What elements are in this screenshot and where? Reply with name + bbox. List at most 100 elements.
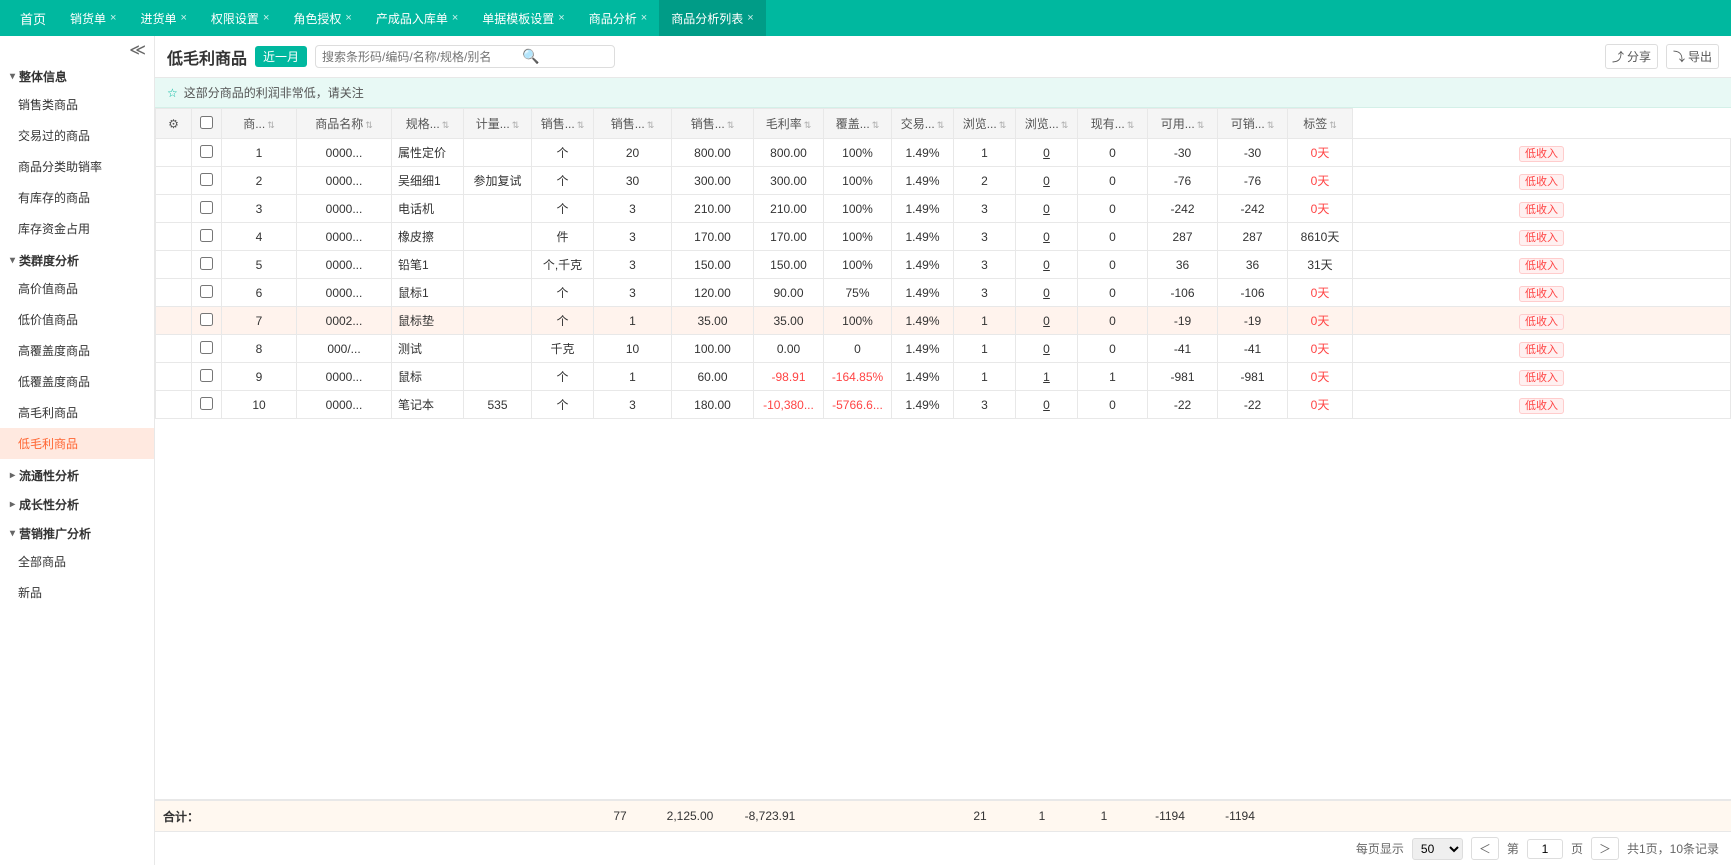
- row-checkbox[interactable]: [192, 391, 222, 419]
- col-sales-qty-header[interactable]: 销售...⇅: [532, 109, 594, 139]
- sidebar-group-marketing[interactable]: ▾ 营销推广分析: [0, 517, 154, 546]
- nav-analysis-list[interactable]: 商品分析列表 ×: [659, 0, 765, 36]
- col-unit-header[interactable]: 计量...⇅: [464, 109, 532, 139]
- row-checkbox[interactable]: [192, 223, 222, 251]
- search-input[interactable]: [322, 50, 522, 64]
- sidebar-item-traded-goods[interactable]: 交易过的商品: [0, 120, 154, 151]
- close-template-icon[interactable]: ×: [558, 12, 564, 24]
- row-checkbox[interactable]: [192, 335, 222, 363]
- close-product-analysis-icon[interactable]: ×: [641, 12, 647, 24]
- col-spec-header[interactable]: 规格...⇅: [392, 109, 464, 139]
- col-name-header[interactable]: 商品名称⇅: [297, 109, 392, 139]
- sidebar-item-stocked-goods[interactable]: 有库存的商品: [0, 182, 154, 213]
- col-sales-amt-header[interactable]: 销售...⇅: [672, 109, 754, 139]
- page-number-input[interactable]: [1527, 839, 1563, 859]
- sidebar-item-low-coverage[interactable]: 低覆盖度商品: [0, 366, 154, 397]
- col-stock-header[interactable]: 现有...⇅: [1078, 109, 1148, 139]
- sidebar-item-low-margin[interactable]: 低毛利商品: [0, 428, 154, 459]
- row-checkbox[interactable]: [192, 195, 222, 223]
- row-checkbox[interactable]: [192, 139, 222, 167]
- sidebar-group-growth[interactable]: ▸ 成长性分析: [0, 488, 154, 517]
- row-name: 橡皮擦: [392, 223, 464, 251]
- sidebar-item-capital[interactable]: 库存资金占用: [0, 213, 154, 244]
- row-browse1[interactable]: 0: [1016, 391, 1078, 419]
- row-browse1[interactable]: 0: [1016, 335, 1078, 363]
- nav-template[interactable]: 单据模板设置 ×: [470, 0, 576, 36]
- col-settings-header[interactable]: ⚙: [156, 109, 192, 139]
- table-row: 8 000/... 测试 千克 10 100.00 0.00 0 1.49% 1…: [156, 335, 1731, 363]
- close-sales-icon[interactable]: ×: [110, 12, 116, 24]
- sidebar-item-new-goods[interactable]: 新品: [0, 577, 154, 608]
- sidebar-item-all-goods[interactable]: 全部商品: [0, 546, 154, 577]
- sidebar-group-overall[interactable]: ▾ 整体信息: [0, 60, 154, 89]
- sidebar-item-sales-goods[interactable]: 销售类商品: [0, 89, 154, 120]
- row-checkbox[interactable]: [192, 279, 222, 307]
- col-cover-header[interactable]: 覆盖...⇅: [824, 109, 892, 139]
- row-sales-qty: 20: [594, 139, 672, 167]
- page-size-select[interactable]: 20 50 100: [1412, 838, 1463, 860]
- row-spec: 535: [464, 391, 532, 419]
- data-table-container[interactable]: ⚙ 商...⇅ 商品名称⇅ 规格...⇅ 计量...⇅ 销售...⇅ 销售...…: [155, 108, 1731, 799]
- nav-sales[interactable]: 销货单 ×: [58, 0, 128, 36]
- close-permissions-icon[interactable]: ×: [263, 12, 269, 24]
- sidebar-item-high-coverage[interactable]: 高覆盖度商品: [0, 335, 154, 366]
- row-browse1[interactable]: 0: [1016, 167, 1078, 195]
- row-spec: [464, 139, 532, 167]
- col-tag-header[interactable]: 标签⇅: [1288, 109, 1353, 139]
- row-browse1[interactable]: 0: [1016, 251, 1078, 279]
- row-browse1[interactable]: 0: [1016, 307, 1078, 335]
- col-code-header[interactable]: 商...⇅: [222, 109, 297, 139]
- col-saleable-header[interactable]: 可销...⇅: [1218, 109, 1288, 139]
- nav-product-entry[interactable]: 产成品入库单 ×: [364, 0, 470, 36]
- row-trade: 3: [954, 279, 1016, 307]
- col-trade-header[interactable]: 交易...⇅: [892, 109, 954, 139]
- close-product-entry-icon[interactable]: ×: [452, 12, 458, 24]
- close-analysis-list-icon[interactable]: ×: [747, 12, 753, 24]
- row-browse1[interactable]: 0: [1016, 195, 1078, 223]
- row-checkbox[interactable]: [192, 167, 222, 195]
- row-checkbox[interactable]: [192, 363, 222, 391]
- search-box[interactable]: 🔍: [315, 45, 615, 68]
- row-sales-price: 35.00: [672, 307, 754, 335]
- table-row: 1 0000... 属性定价 个 20 800.00 800.00 100% 1…: [156, 139, 1731, 167]
- row-checkbox[interactable]: [192, 307, 222, 335]
- nav-product-analysis[interactable]: 商品分析 ×: [577, 0, 659, 36]
- row-avail: -41: [1218, 335, 1288, 363]
- sidebar-item-category-rate[interactable]: 商品分类助销率: [0, 151, 154, 182]
- nav-purchase[interactable]: 进货单 ×: [128, 0, 198, 36]
- row-checkbox[interactable]: [192, 251, 222, 279]
- row-browse1[interactable]: 0: [1016, 223, 1078, 251]
- date-range-button[interactable]: 近一月: [255, 46, 307, 67]
- close-roles-icon[interactable]: ×: [345, 12, 351, 24]
- notice-bar: ☆ 这部分商品的利润非常低，请关注: [155, 78, 1731, 108]
- sidebar-group-circulation[interactable]: ▸ 流通性分析: [0, 459, 154, 488]
- data-table: ⚙ 商...⇅ 商品名称⇅ 规格...⇅ 计量...⇅ 销售...⇅ 销售...…: [155, 108, 1731, 419]
- nav-home[interactable]: 首页: [8, 0, 58, 36]
- col-check-header[interactable]: [192, 109, 222, 139]
- sidebar-group-cluster[interactable]: ▾ 类群度分析: [0, 244, 154, 273]
- close-purchase-icon[interactable]: ×: [180, 12, 186, 24]
- sidebar-item-high-value[interactable]: 高价值商品: [0, 273, 154, 304]
- share-button[interactable]: ⤴ 分享: [1605, 44, 1658, 69]
- col-browse2-header[interactable]: 浏览...⇅: [1016, 109, 1078, 139]
- col-gross-header[interactable]: 毛利率⇅: [754, 109, 824, 139]
- col-sales-price-header[interactable]: 销售...⇅: [594, 109, 672, 139]
- export-button[interactable]: ⤵ 导出: [1666, 44, 1719, 69]
- nav-permissions[interactable]: 权限设置 ×: [199, 0, 281, 36]
- row-browse1[interactable]: 1: [1016, 363, 1078, 391]
- next-page-button[interactable]: ＞: [1591, 837, 1619, 860]
- sidebar-item-low-value[interactable]: 低价值商品: [0, 304, 154, 335]
- nav-roles[interactable]: 角色授权 ×: [281, 0, 363, 36]
- row-sales-amt: 0.00: [754, 335, 824, 363]
- col-browse1-header[interactable]: 浏览...⇅: [954, 109, 1016, 139]
- prev-page-button[interactable]: ＜: [1471, 837, 1499, 860]
- row-browse2: 0: [1078, 139, 1148, 167]
- row-browse1[interactable]: 0: [1016, 139, 1078, 167]
- row-unit: 个: [532, 167, 594, 195]
- select-all-checkbox[interactable]: [200, 116, 213, 129]
- row-tag: 低收入: [1353, 391, 1731, 419]
- sidebar-item-high-margin[interactable]: 高毛利商品: [0, 397, 154, 428]
- row-browse1[interactable]: 0: [1016, 279, 1078, 307]
- sidebar-collapse-button[interactable]: ≪: [125, 40, 150, 60]
- col-avail-header[interactable]: 可用...⇅: [1148, 109, 1218, 139]
